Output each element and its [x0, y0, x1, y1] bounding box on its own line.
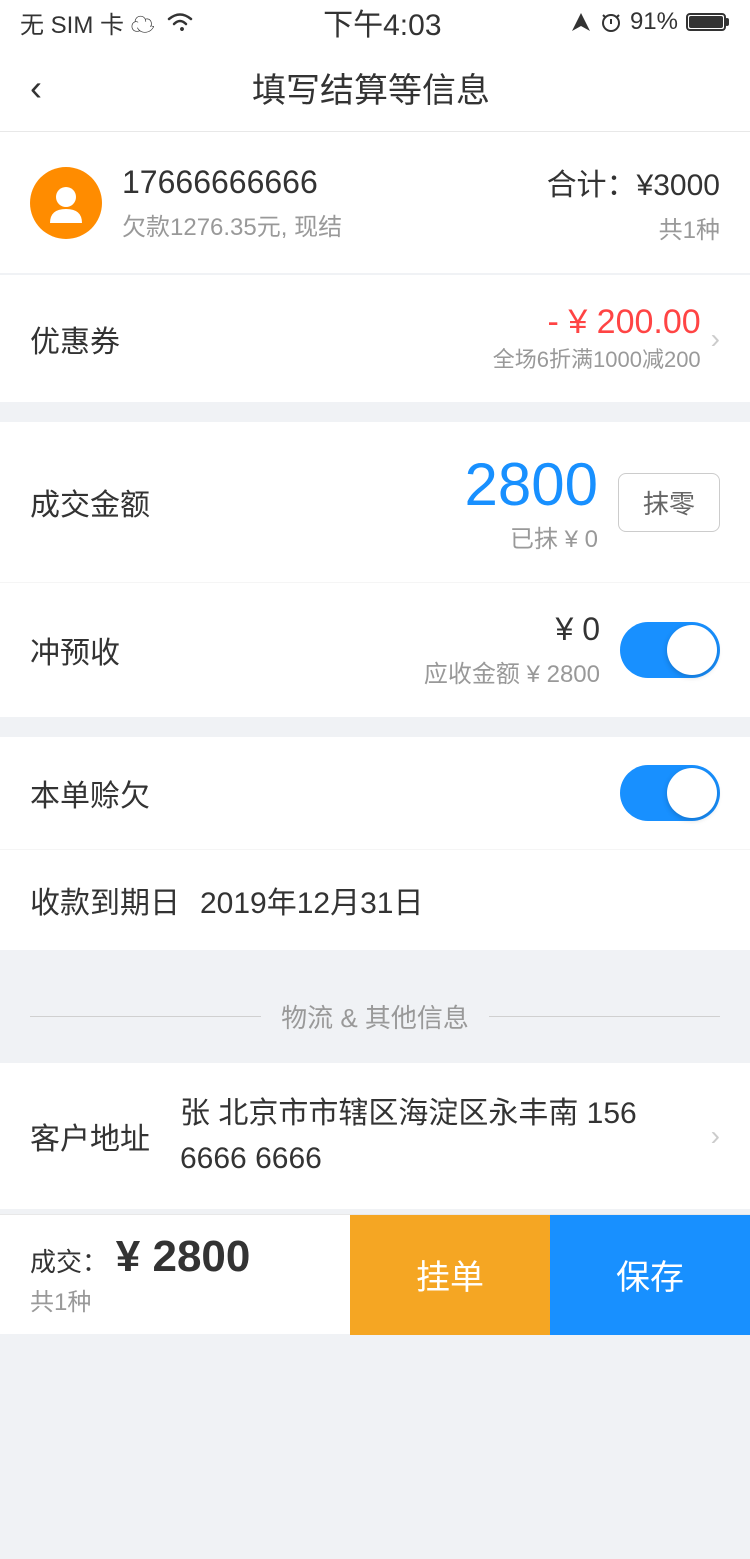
logistics-header: 物流 & 其他信息	[0, 970, 750, 1063]
sim-label: 无 SIM 卡 ☁	[20, 5, 155, 40]
customer-info-section: 17666666666 欠款1276.35元, 现结 合计：¥3000 共1种	[0, 132, 750, 273]
address-row[interactable]: 客户地址 张 北京市市辖区海淀区永丰南 156 6666 6666 ›	[0, 1063, 750, 1209]
debt-label: 本单赊欠	[30, 771, 150, 815]
prepay-value-area: ¥ 0 应收金额 ¥ 2800	[424, 611, 600, 689]
page-title: 填写结算等信息	[62, 63, 680, 112]
status-right: 91%	[570, 8, 730, 36]
save-button[interactable]: 保存	[550, 1215, 750, 1335]
due-date-value: 2019年12月31日	[200, 878, 423, 922]
nav-bar: ‹ 填写结算等信息	[0, 44, 750, 132]
back-button[interactable]: ‹	[30, 67, 42, 109]
deal-amount-section: 成交金额 2800 已抹 ¥ 0 抹零 冲预收 ¥ 0 应收金额 ¥ 2800	[0, 422, 750, 717]
deal-amount-label: 成交金额	[30, 480, 150, 524]
bottom-deal-amount: ¥ 2800	[116, 1232, 251, 1281]
customer-phone: 17666666666	[122, 164, 547, 201]
alarm-icon	[600, 11, 622, 33]
customer-debt: 欠款1276.35元, 现结	[122, 207, 547, 242]
hang-button[interactable]: 挂单	[350, 1215, 550, 1335]
logistics-title: 物流 & 其他信息	[281, 998, 469, 1035]
logistics-line-left	[30, 1016, 261, 1017]
status-bar: 无 SIM 卡 ☁ 下午4:03 91%	[0, 0, 750, 44]
coupon-discount: - ¥ 200.00	[493, 303, 701, 342]
deal-amount-row: 成交金额 2800 已抹 ¥ 0 抹零	[0, 422, 750, 583]
bottom-summary: 成交： ¥ 2800 共1种	[0, 1232, 350, 1317]
already-rounded: 已抹 ¥ 0	[465, 519, 598, 554]
battery-icon	[686, 11, 730, 33]
debt-section: 本单赊欠 收款到期日 2019年12月31日	[0, 737, 750, 950]
receivable-amount: 应收金额 ¥ 2800	[424, 654, 600, 689]
deal-amount-value-area: 2800 已抹 ¥ 0 抹零	[465, 450, 721, 554]
bottom-bar: 成交： ¥ 2800 共1种 挂单 保存	[0, 1214, 750, 1334]
content-area: 17666666666 欠款1276.35元, 现结 合计：¥3000 共1种 …	[0, 132, 750, 1559]
total-amount: 合计：¥3000	[547, 160, 720, 204]
coupon-row[interactable]: 优惠券 - ¥ 200.00 全场6折满1000减200 ›	[0, 275, 750, 402]
prepay-row: 冲预收 ¥ 0 应收金额 ¥ 2800	[0, 583, 750, 717]
bottom-deal-line: 成交： ¥ 2800	[30, 1232, 320, 1282]
round-zero-button[interactable]: 抹零	[618, 473, 720, 532]
bottom-deal-count: 共1种	[30, 1282, 320, 1317]
chevron-right-icon: ›	[711, 323, 720, 355]
debt-toggle[interactable]	[620, 765, 720, 821]
coupon-label: 优惠券	[30, 317, 120, 361]
due-date-row: 收款到期日 2019年12月31日	[0, 850, 750, 950]
bottom-deal-label: 成交：	[30, 1247, 108, 1277]
total-count: 共1种	[547, 210, 720, 245]
wifi-icon	[165, 11, 195, 33]
logistics-line-right	[489, 1016, 720, 1017]
coupon-right: - ¥ 200.00 全场6折满1000减200 ›	[493, 303, 720, 374]
debt-row: 本单赊欠	[0, 737, 750, 850]
prepay-toggle[interactable]	[620, 622, 720, 678]
location-icon	[570, 11, 592, 33]
address-label: 客户地址	[30, 1114, 150, 1158]
customer-details: 17666666666 欠款1276.35元, 现结	[122, 164, 547, 242]
battery-percent: 91%	[630, 8, 678, 36]
prepay-label: 冲预收	[30, 628, 120, 672]
deal-amount-value: 2800	[465, 450, 598, 519]
prepay-amount: ¥ 0	[424, 611, 600, 648]
address-chevron-icon: ›	[711, 1120, 720, 1152]
status-left: 无 SIM 卡 ☁	[20, 5, 195, 40]
customer-total: 合计：¥3000 共1种	[547, 160, 720, 245]
toggle-knob	[667, 625, 717, 675]
coupon-content: - ¥ 200.00 全场6折满1000减200	[493, 303, 701, 374]
avatar	[30, 167, 102, 239]
debt-toggle-knob	[667, 768, 717, 818]
due-date-label: 收款到期日	[30, 878, 180, 922]
coupon-description: 全场6折满1000减200	[493, 342, 701, 374]
address-value: 张 北京市市辖区海淀区永丰南 156 6666 6666	[180, 1091, 701, 1181]
status-time: 下午4:03	[323, 0, 441, 44]
